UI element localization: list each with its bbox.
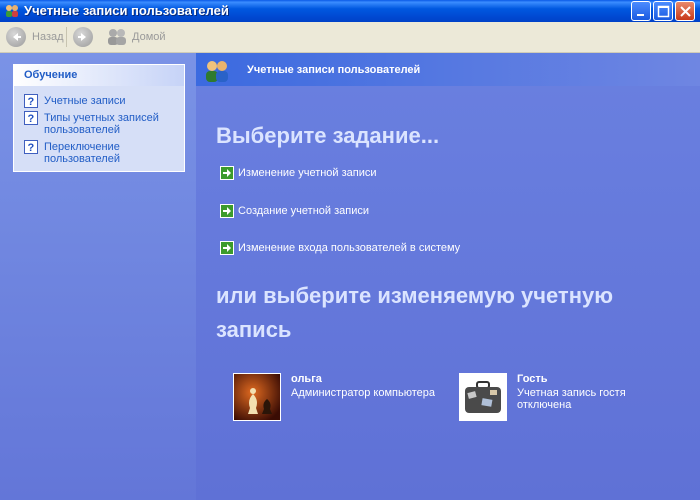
help-icon: ? (24, 94, 38, 108)
chess-icon (233, 373, 281, 421)
header-title: Учетные записи пользователей (247, 64, 421, 76)
task-create-account[interactable]: Создание учетной записи (220, 204, 369, 218)
svg-text:?: ? (28, 96, 35, 108)
maximize-icon (657, 5, 670, 18)
briefcase-icon (459, 373, 507, 421)
back-button[interactable]: Назад (6, 25, 64, 49)
account-desc: Администратор компьютера (291, 387, 435, 399)
svg-text:?: ? (28, 113, 35, 125)
learning-panel: Обучение ? Учетные записи ? Типы учетных… (13, 64, 185, 172)
users-app-icon (6, 5, 18, 17)
task-change-account[interactable]: Изменение учетной записи (220, 166, 377, 180)
window-title: Учетные записи пользователей (24, 3, 229, 18)
close-button[interactable] (675, 1, 695, 21)
back-label: Назад (32, 31, 64, 43)
pick-task-heading: Выберите задание... (216, 123, 440, 148)
task-label: Изменение учетной записи (238, 167, 377, 179)
panel-title: Обучение (14, 65, 184, 86)
task-change-logon[interactable]: Изменение входа пользователей в систему (220, 241, 460, 255)
account-desc-line2: отключена (517, 399, 572, 411)
main-pane: Учетные записи пользователей Выберите за… (196, 53, 700, 500)
minimize-button[interactable] (631, 1, 651, 21)
svg-text:?: ? (28, 142, 35, 154)
sidebar-item-account-types[interactable]: ? Типы учетных записей пользователей (24, 111, 159, 136)
account-name: Гость (517, 373, 548, 385)
account-guest[interactable]: Гость Учетная запись гостя отключена (459, 373, 626, 421)
home-label: Домой (132, 31, 166, 43)
forward-arrow-icon (73, 27, 93, 47)
green-arrow-icon (220, 241, 234, 255)
account-olga[interactable]: ольга Администратор компьютера (233, 373, 435, 421)
account-name: ольга (291, 373, 322, 385)
account-desc: Учетная запись гостя (517, 387, 626, 399)
green-arrow-icon (220, 166, 234, 180)
help-icon: ? (24, 111, 38, 125)
pick-account-heading-line1: или выберите изменяемую учетную (216, 283, 614, 308)
help-icon: ? (24, 140, 38, 154)
left-pane: Обучение ? Учетные записи ? Типы учетных… (0, 53, 196, 500)
users-home-icon (108, 29, 126, 45)
sidebar-item-switch-users[interactable]: ? Переключение пользователей (24, 140, 120, 165)
minimize-icon (637, 14, 644, 16)
users-icon (206, 61, 228, 82)
maximize-button[interactable] (653, 1, 673, 21)
sidebar-item-label: Переключение (44, 141, 120, 153)
close-icon (680, 6, 691, 17)
sidebar-item-label: Учетные записи (44, 95, 126, 107)
sidebar-item-label: пользователей (44, 153, 120, 165)
pick-account-heading-line2: запись (216, 317, 292, 342)
sidebar-item-label: пользователей (44, 124, 120, 136)
task-label: Создание учетной записи (238, 205, 369, 217)
title-bar[interactable]: Учетные записи пользователей (0, 0, 700, 22)
forward-button[interactable] (73, 25, 93, 49)
green-arrow-icon (220, 204, 234, 218)
back-arrow-icon (6, 27, 26, 47)
home-button[interactable]: Домой (106, 25, 166, 49)
task-label: Изменение входа пользователей в систему (238, 242, 461, 254)
toolbar: Назад Домой (0, 22, 700, 53)
sidebar-item-accounts[interactable]: ? Учетные записи (24, 94, 126, 108)
header-band: Учетные записи пользователей (196, 53, 700, 86)
sidebar-item-label: Типы учетных записей (44, 112, 159, 124)
toolbar-separator (66, 27, 67, 47)
